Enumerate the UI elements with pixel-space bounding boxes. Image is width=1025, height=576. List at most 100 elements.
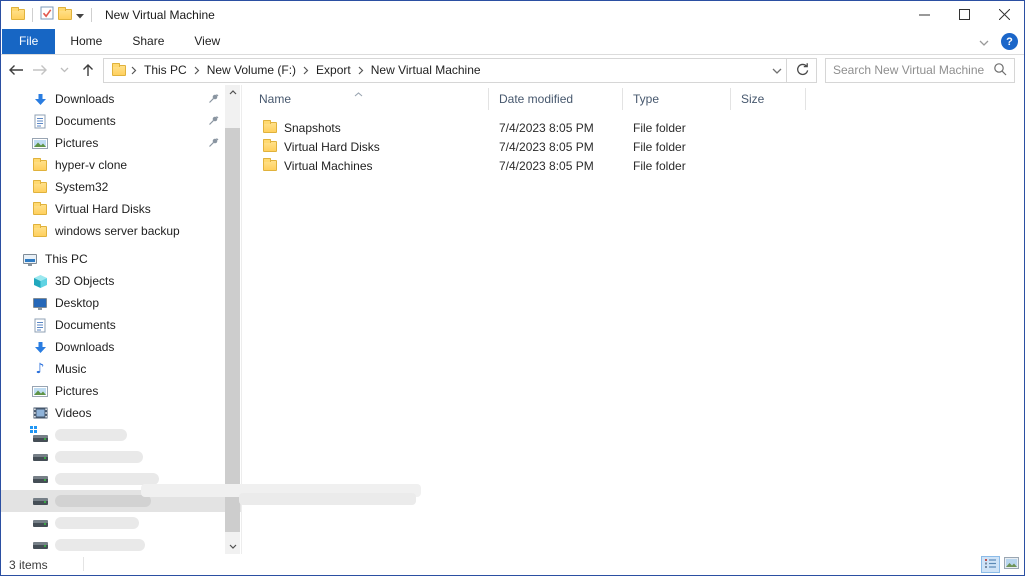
close-button[interactable] [984,1,1024,28]
search-input[interactable] [833,63,993,77]
sort-ascending-icon [354,86,363,100]
sidebar-item-documents-pinned[interactable]: Documents [1,110,241,132]
redacted-text [55,473,159,485]
pin-icon [208,137,219,151]
column-header-size[interactable]: Size [731,88,806,110]
drive-icon [32,449,48,465]
navigation-pane: Downloads Documents Pictures hyper-v clo… [1,85,241,554]
details-view-button[interactable] [981,556,1000,573]
sidebar-item-this-pc[interactable]: This PC [1,248,241,270]
file-row-virtual-machines[interactable]: Virtual Machines 7/4/2023 8:05 PM File f… [242,156,1024,175]
breadcrumb-this-pc[interactable]: This PC [139,63,192,77]
pictures-icon [32,135,48,151]
sidebar-item-drive-redacted[interactable] [1,534,241,554]
pin-icon [208,115,219,129]
sidebar-item-label: Pictures [55,384,99,398]
ribbon-tab-bar: File Home Share View ? [1,28,1024,55]
sidebar-item-drive-redacted-selected[interactable] [1,490,241,512]
redacted-text [55,539,145,551]
minimize-button[interactable] [904,1,944,28]
address-dropdown-chevron-icon[interactable] [772,63,782,77]
sidebar-item-pictures[interactable]: Pictures [1,380,241,402]
separator [83,557,84,571]
breadcrumb-new-volume[interactable]: New Volume (F:) [202,63,301,77]
sidebar-item-drive-redacted[interactable] [1,468,241,490]
separator [91,7,92,22]
scroll-down-arrow-icon[interactable] [225,539,240,554]
qat-properties-button[interactable] [38,5,56,25]
sidebar-item-hyper-v-clone[interactable]: hyper-v clone [1,154,241,176]
window-title: New Virtual Machine [105,7,215,22]
maximize-button[interactable] [944,1,984,28]
sidebar-item-label: windows server backup [55,224,180,238]
forward-button[interactable] [28,58,52,82]
chevron-down-icon [76,8,84,22]
help-button[interactable]: ? [1001,33,1018,50]
sidebar-item-downloads[interactable]: Downloads [1,336,241,358]
sidebar-item-pictures-pinned[interactable]: Pictures [1,132,241,154]
sidebar-item-3d-objects[interactable]: 3D Objects [1,270,241,292]
sidebar-item-label: Documents [55,114,116,128]
sidebar-item-label: Desktop [55,296,100,310]
sidebar-item-documents[interactable]: Documents [1,314,241,336]
title-bar: New Virtual Machine [1,1,1024,28]
tab-view[interactable]: View [179,29,235,54]
drive-icon [32,537,48,553]
downloads-icon [32,91,48,107]
up-button[interactable] [76,58,100,82]
file-row-virtual-hard-disks[interactable]: Virtual Hard Disks 7/4/2023 8:05 PM File… [242,137,1024,156]
sidebar-item-downloads-pinned[interactable]: Downloads [1,88,241,110]
sidebar-item-drive-redacted[interactable] [1,512,241,534]
pin-icon [208,93,219,107]
computer-icon [22,251,38,267]
search-icon[interactable] [993,62,1007,79]
sidebar-item-desktop[interactable]: Desktop [1,292,241,314]
large-icons-view-button[interactable] [1002,556,1021,573]
recent-locations-chevron-icon[interactable] [52,58,76,82]
folder-icon [263,139,277,152]
expand-ribbon-chevron-icon[interactable] [979,35,989,49]
address-bar[interactable]: This PC New Volume (F:) Export New Virtu… [103,57,787,83]
redacted-text [55,517,139,529]
window-controls [904,1,1024,28]
sidebar-item-system32[interactable]: System32 [1,176,241,198]
qat-new-folder-button[interactable] [56,5,74,25]
back-button[interactable] [4,58,28,82]
sidebar-item-drive-redacted[interactable] [1,424,241,446]
breadcrumb-new-virtual-machine[interactable]: New Virtual Machine [366,63,486,77]
sidebar-scrollbar[interactable] [225,85,240,554]
tab-home[interactable]: Home [55,29,117,54]
column-header-name[interactable]: Name [242,88,489,110]
content-area: Downloads Documents Pictures hyper-v clo… [1,85,1024,554]
sidebar-item-label: Virtual Hard Disks [55,202,151,216]
sidebar-item-drive-redacted[interactable] [1,446,241,468]
sidebar-item-label: Videos [55,406,92,420]
qat-customize-button[interactable] [74,5,86,25]
scroll-up-arrow-icon[interactable] [225,85,240,100]
folder-icon [32,201,48,217]
explorer-folder-icon [9,5,27,25]
tab-share[interactable]: Share [117,29,179,54]
file-row-snapshots[interactable]: Snapshots 7/4/2023 8:05 PM File folder [242,118,1024,137]
file-name: Virtual Machines [284,158,373,173]
scrollbar-thumb[interactable] [225,128,240,532]
separator [32,7,33,22]
sidebar-item-videos[interactable]: Videos [1,402,241,424]
sidebar-item-music[interactable]: ♪ Music [1,358,241,380]
drive-icon [32,471,48,487]
column-header-type[interactable]: Type [623,88,731,110]
sidebar-item-label: This PC [45,252,88,266]
tab-file[interactable]: File [2,29,56,54]
redacted-text [55,429,127,441]
column-header-date-modified[interactable]: Date modified [489,88,623,110]
sidebar-item-label: Music [55,362,87,376]
refresh-button[interactable] [787,57,817,83]
properties-check-icon [40,6,54,23]
sidebar-item-virtual-hard-disks[interactable]: Virtual Hard Disks [1,198,241,220]
breadcrumb-export[interactable]: Export [311,63,356,77]
sidebar-item-label: 3D Objects [55,274,115,288]
sidebar-item-label: hyper-v clone [55,158,128,172]
file-date: 7/4/2023 8:05 PM [499,139,594,154]
file-list-pane: Name Date modified Type Size Snapshots 7… [241,85,1024,554]
sidebar-item-windows-server-backup[interactable]: windows server backup [1,220,241,242]
